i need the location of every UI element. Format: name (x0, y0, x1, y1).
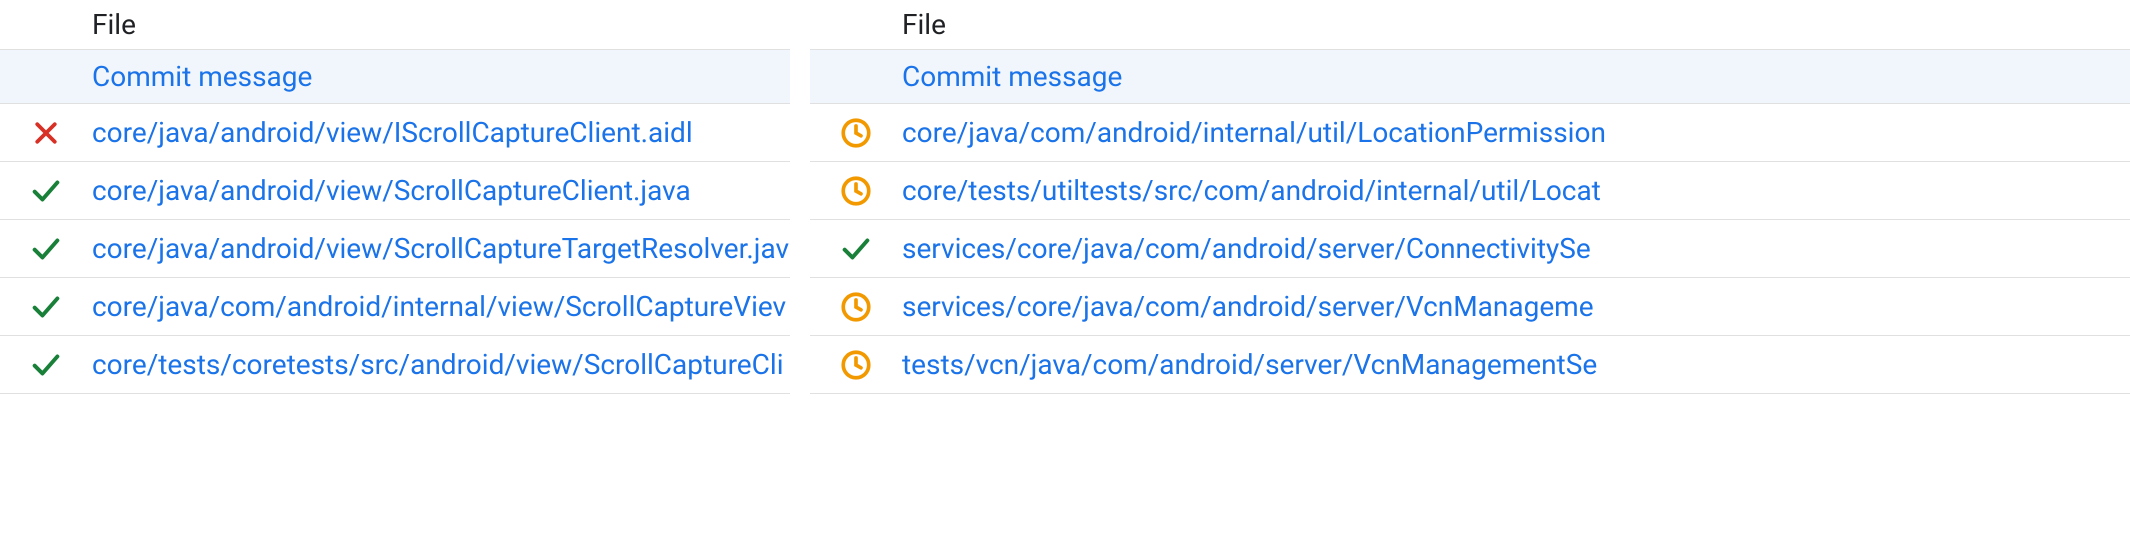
status-icon-cell (810, 174, 902, 208)
status-icon-cell (810, 348, 902, 382)
file-path-link[interactable]: services/core/java/com/android/server/Co… (902, 232, 2130, 265)
file-path-link[interactable]: core/tests/utiltests/src/com/android/int… (902, 174, 2130, 207)
status-icon-cell (810, 116, 902, 150)
file-path-link[interactable]: core/tests/coretests/src/android/view/Sc… (92, 348, 790, 381)
clock-icon (839, 348, 873, 382)
column-header-row: File (0, 0, 790, 50)
file-row[interactable]: core/java/android/view/ScrollCaptureTarg… (0, 220, 790, 278)
status-icon-cell (0, 118, 92, 148)
file-path-link[interactable]: core/java/com/android/internal/util/Loca… (902, 116, 2130, 149)
file-column-header: File (902, 8, 2130, 41)
file-path-link[interactable]: services/core/java/com/android/server/Vc… (902, 290, 2130, 323)
file-row[interactable]: core/java/android/view/IScrollCaptureCli… (0, 104, 790, 162)
panel-gap (790, 0, 810, 552)
file-path-link[interactable]: tests/vcn/java/com/android/server/VcnMan… (902, 348, 2130, 381)
file-row[interactable]: core/tests/utiltests/src/com/android/int… (810, 162, 2130, 220)
check-icon (29, 348, 63, 382)
commit-message-row[interactable]: Commit message (0, 50, 790, 104)
file-path-link[interactable]: core/java/android/view/ScrollCaptureTarg… (92, 232, 790, 265)
file-row[interactable]: tests/vcn/java/com/android/server/VcnMan… (810, 336, 2130, 394)
commit-message-row[interactable]: Commit message (810, 50, 2130, 104)
file-row[interactable]: core/java/android/view/ScrollCaptureClie… (0, 162, 790, 220)
check-icon (29, 290, 63, 324)
check-icon (29, 232, 63, 266)
status-icon-cell (810, 232, 902, 266)
check-icon (839, 232, 873, 266)
file-row[interactable]: core/java/com/android/internal/util/Loca… (810, 104, 2130, 162)
commit-message-link[interactable]: Commit message (92, 60, 790, 93)
clock-icon (839, 290, 873, 324)
clock-icon (839, 116, 873, 150)
file-row[interactable]: core/tests/coretests/src/android/view/Sc… (0, 336, 790, 394)
column-header-row: File (810, 0, 2130, 50)
check-icon (29, 174, 63, 208)
file-row[interactable]: services/core/java/com/android/server/Vc… (810, 278, 2130, 336)
file-row[interactable]: core/java/com/android/internal/view/Scro… (0, 278, 790, 336)
file-column-header: File (92, 8, 790, 41)
clock-icon (839, 174, 873, 208)
file-panel-left: File Commit message core/java/android/vi… (0, 0, 790, 552)
status-icon-cell (810, 290, 902, 324)
file-panel-right: File Commit message core/java/com/androi… (810, 0, 2130, 552)
status-icon-cell (0, 290, 92, 324)
file-row[interactable]: services/core/java/com/android/server/Co… (810, 220, 2130, 278)
x-icon (31, 118, 61, 148)
status-icon-cell (0, 174, 92, 208)
status-icon-cell (0, 232, 92, 266)
commit-message-link[interactable]: Commit message (902, 60, 2130, 93)
file-path-link[interactable]: core/java/android/view/ScrollCaptureClie… (92, 174, 790, 207)
file-path-link[interactable]: core/java/android/view/IScrollCaptureCli… (92, 116, 790, 149)
file-path-link[interactable]: core/java/com/android/internal/view/Scro… (92, 290, 790, 323)
status-icon-cell (0, 348, 92, 382)
